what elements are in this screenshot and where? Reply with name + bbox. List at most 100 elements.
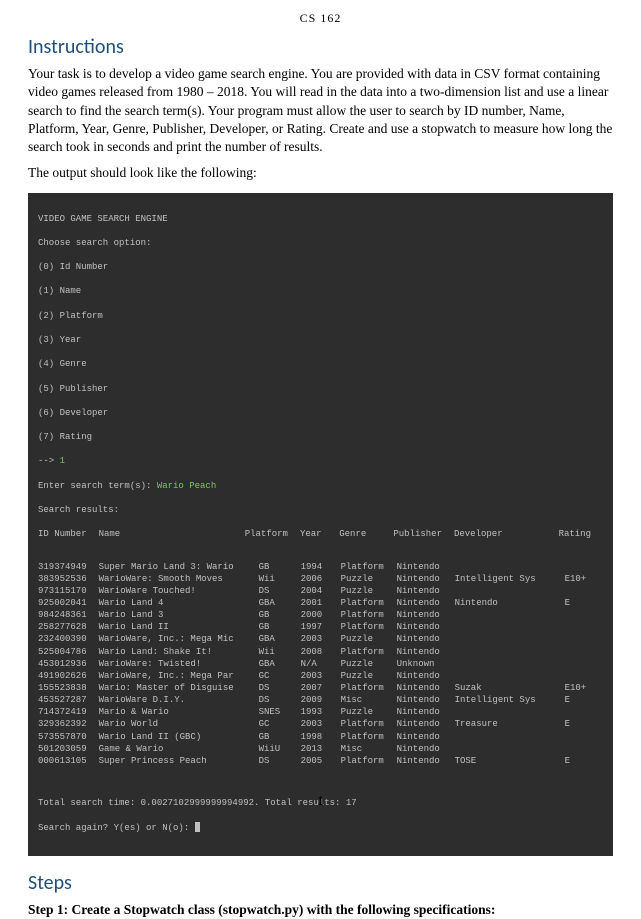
table-cell: Nintendo [455, 597, 565, 609]
option-3: (3) Year [38, 334, 603, 346]
table-row: 973115170WarioWare Touched!DS2004PuzzleN… [38, 585, 601, 597]
table-cell: 973115170 [38, 585, 99, 597]
table-cell: Nintendo [397, 743, 455, 755]
table-cell: GB [259, 621, 301, 633]
header-name: Name [99, 528, 245, 544]
header-developer: Developer [454, 528, 559, 544]
table-cell [455, 670, 565, 682]
table-cell: 1994 [301, 561, 341, 573]
table-cell: Unknown [397, 658, 455, 670]
table-cell: GC [259, 718, 301, 730]
table-cell: 319374949 [38, 561, 99, 573]
table-cell: Nintendo [397, 694, 455, 706]
table-cell [565, 658, 601, 670]
instructions-heading: Instructions [28, 34, 613, 61]
table-cell: 2003 [301, 670, 341, 682]
page-number: 1 [0, 792, 641, 810]
option-4: (4) Genre [38, 358, 603, 370]
table-row: 714372419Mario & WarioSNES1993PuzzleNint… [38, 706, 601, 718]
table-cell: Puzzle [341, 706, 397, 718]
table-cell: Wario: Master of Disguise [99, 682, 259, 694]
table-row: 453527287WarioWare D.I.Y.DS2009MiscNinte… [38, 694, 601, 706]
table-cell: Misc [341, 743, 397, 755]
table-cell: Platform [341, 646, 397, 658]
table-cell: Nintendo [397, 621, 455, 633]
table-cell: GC [259, 670, 301, 682]
table-cell: Nintendo [397, 670, 455, 682]
table-row: 984248361Wario Land 3GB2000PlatformNinte… [38, 609, 601, 621]
table-cell [455, 561, 565, 573]
table-cell [565, 706, 601, 718]
table-cell: Wario World [99, 718, 259, 730]
table-cell: Wario Land II (GBC) [99, 731, 259, 743]
option-7: (7) Rating [38, 431, 603, 443]
output-intro: The output should look like the followin… [28, 164, 613, 182]
table-row: 501203059Game & WarioWiiU2013MiscNintend… [38, 743, 601, 755]
table-cell: 525004786 [38, 646, 99, 658]
table-cell: Nintendo [397, 561, 455, 573]
table-cell: E [565, 718, 601, 730]
table-cell [455, 585, 565, 597]
table-cell: Intelligent Sys [455, 573, 565, 585]
table-cell: SNES [259, 706, 301, 718]
table-cell: Super Princess Peach [99, 755, 259, 767]
table-cell: 000613105 [38, 755, 99, 767]
table-cell: DS [259, 694, 301, 706]
table-cell: 2007 [301, 682, 341, 694]
table-cell: 2013 [301, 743, 341, 755]
header-genre: Genre [339, 528, 393, 544]
table-cell: 2005 [301, 755, 341, 767]
table-cell: 2009 [301, 694, 341, 706]
table-cell [565, 609, 601, 621]
results-body: 319374949Super Mario Land 3: Wario GB 1994… [38, 561, 601, 767]
option-0: (0) Id Number [38, 261, 603, 273]
table-cell [565, 743, 601, 755]
table-cell: 453527287 [38, 694, 99, 706]
table-cell: GBA [259, 658, 301, 670]
table-cell: Nintendo [397, 731, 455, 743]
option-6: (6) Developer [38, 407, 603, 419]
table-cell [455, 731, 565, 743]
search-term: Wario Peach [157, 481, 216, 491]
table-row: 258277628Wario Land IIGB1997PlatformNint… [38, 621, 601, 633]
table-cell [565, 561, 601, 573]
table-cell: 2004 [301, 585, 341, 597]
header-platform: Platform [245, 528, 300, 544]
table-cell: DS [259, 585, 301, 597]
table-cell: GB [259, 731, 301, 743]
table-cell: Platform [341, 718, 397, 730]
table-cell: Intelligent Sys [455, 694, 565, 706]
table-cell: 383952536 [38, 573, 99, 585]
table-cell: Platform [341, 609, 397, 621]
table-cell: Wario Land: Shake It! [99, 646, 259, 658]
table-cell [455, 609, 565, 621]
table-cell: E10+ [565, 573, 601, 585]
table-cell: GBA [259, 597, 301, 609]
table-cell: Platform [341, 621, 397, 633]
table-row: 525004786Wario Land: Shake It!Wii2008Pla… [38, 646, 601, 658]
table-row: 155523838Wario: Master of DisguiseDS2007… [38, 682, 601, 694]
table-cell: Super Mario Land 3: Wario [99, 561, 259, 573]
table-cell: Puzzle [341, 633, 397, 645]
again-line: Search again? Y(es) or N(o): [38, 822, 603, 834]
table-cell: Nintendo [397, 585, 455, 597]
table-row: 232400390WarioWare, Inc.: Mega MicGBA200… [38, 633, 601, 645]
table-cell: 1993 [301, 706, 341, 718]
table-cell: Platform [341, 755, 397, 767]
instructions-body: Your task is to develop a video game sea… [28, 65, 613, 156]
steps-heading: Steps [28, 870, 613, 897]
table-cell: Misc [341, 694, 397, 706]
table-cell: Nintendo [397, 633, 455, 645]
table-cell [455, 658, 565, 670]
table-cell: Nintendo [397, 755, 455, 767]
table-cell: 2001 [301, 597, 341, 609]
table-row: 329362392Wario WorldGC2003PlatformNinten… [38, 718, 601, 730]
table-cell: Wario Land II [99, 621, 259, 633]
table-cell: Nintendo [397, 597, 455, 609]
table-cell: WiiU [259, 743, 301, 755]
table-cell: Wii [259, 646, 301, 658]
enter-line: Enter search term(s): Wario Peach [38, 480, 603, 492]
table-cell: Puzzle [341, 658, 397, 670]
table-cell: TOSE [455, 755, 565, 767]
terminal-title: VIDEO GAME SEARCH ENGINE [38, 213, 603, 225]
